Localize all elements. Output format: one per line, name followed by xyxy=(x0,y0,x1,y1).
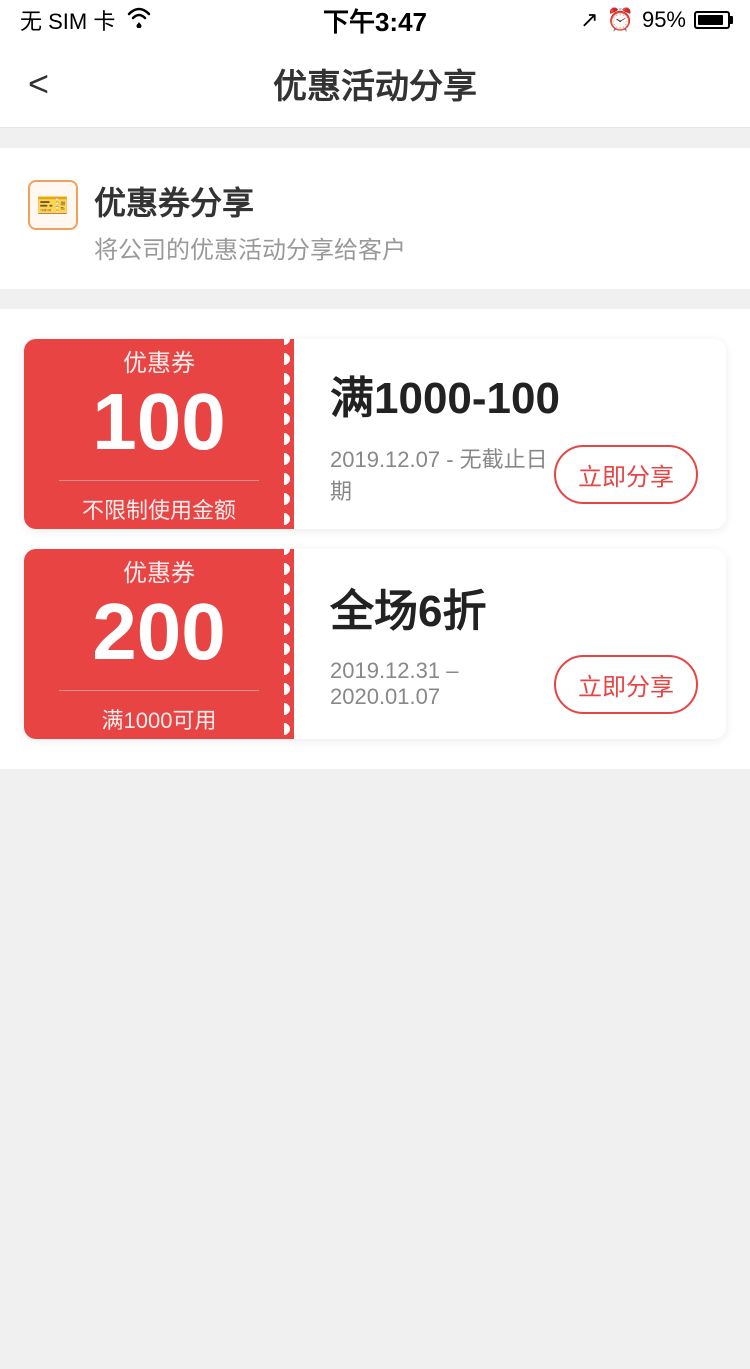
battery-percent: 95% xyxy=(642,7,686,33)
coupon-icon: 🎫 xyxy=(28,180,78,230)
status-bar: 无 SIM 卡 下午3:47 ↗ ⏰ 95% xyxy=(0,0,750,40)
coupon-meta-row-2: 2019.12.31 – 2020.01.07 立即分享 xyxy=(330,655,698,714)
coupon-condition-2: 满1000可用 xyxy=(102,703,217,735)
coupon-share-button-2[interactable]: 立即分享 xyxy=(554,655,698,714)
coupon-meta-row-1: 2019.12.07 - 无截止日期 立即分享 xyxy=(330,442,698,506)
coupon-left-2: 优惠券 200 满1000可用 xyxy=(24,549,294,739)
section-title: 优惠券分享 xyxy=(94,178,406,224)
status-right: ↗ ⏰ 95% xyxy=(580,7,730,33)
coupon-share-button-1[interactable]: 立即分享 xyxy=(554,445,698,504)
coupon-card-1: 优惠券 100 不限制使用金额 满1000-100 2019.12.07 - 无… xyxy=(24,339,726,529)
section-text-group: 优惠券分享 将公司的优惠活动分享给客户 xyxy=(94,178,406,265)
coupon-divider-1 xyxy=(59,480,259,481)
coupon-name-2: 全场6折 xyxy=(330,575,698,639)
empty-area xyxy=(0,769,750,1369)
nav-title: 优惠活动分享 xyxy=(273,59,477,108)
back-button[interactable]: < xyxy=(28,63,49,105)
carrier-text: 无 SIM 卡 xyxy=(20,4,115,36)
coupon-left-1: 优惠券 100 不限制使用金额 xyxy=(24,339,294,529)
coupon-card-2: 优惠券 200 满1000可用 全场6折 2019.12.31 – 2020.0… xyxy=(24,549,726,739)
coupon-dates-1: 2019.12.07 - 无截止日期 xyxy=(330,442,554,506)
coupon-condition-1: 不限制使用金额 xyxy=(82,493,236,525)
wifi-icon xyxy=(125,6,153,34)
coupon-list: 优惠券 100 不限制使用金额 满1000-100 2019.12.07 - 无… xyxy=(0,309,750,769)
coupon-right-2: 全场6折 2019.12.31 – 2020.01.07 立即分享 xyxy=(294,549,726,739)
section-header: 🎫 优惠券分享 将公司的优惠活动分享给客户 xyxy=(0,148,750,289)
location-icon: ↗ xyxy=(580,7,598,33)
coupon-label-2: 优惠券 xyxy=(123,553,195,588)
coupon-divider-2 xyxy=(59,690,259,691)
battery-icon xyxy=(694,11,730,29)
status-time: 下午3:47 xyxy=(323,2,427,39)
coupon-right-1: 满1000-100 2019.12.07 - 无截止日期 立即分享 xyxy=(294,339,726,529)
coupon-dates-2: 2019.12.31 – 2020.01.07 xyxy=(330,658,554,710)
nav-bar: < 优惠活动分享 xyxy=(0,40,750,128)
coupon-name-1: 满1000-100 xyxy=(330,362,698,426)
coupon-amount-2: 200 xyxy=(92,592,225,672)
coupon-amount-1: 100 xyxy=(92,382,225,462)
section-subtitle: 将公司的优惠活动分享给客户 xyxy=(94,230,406,265)
status-left: 无 SIM 卡 xyxy=(20,4,153,36)
coupon-label-1: 优惠券 xyxy=(123,343,195,378)
alarm-icon: ⏰ xyxy=(607,7,634,33)
